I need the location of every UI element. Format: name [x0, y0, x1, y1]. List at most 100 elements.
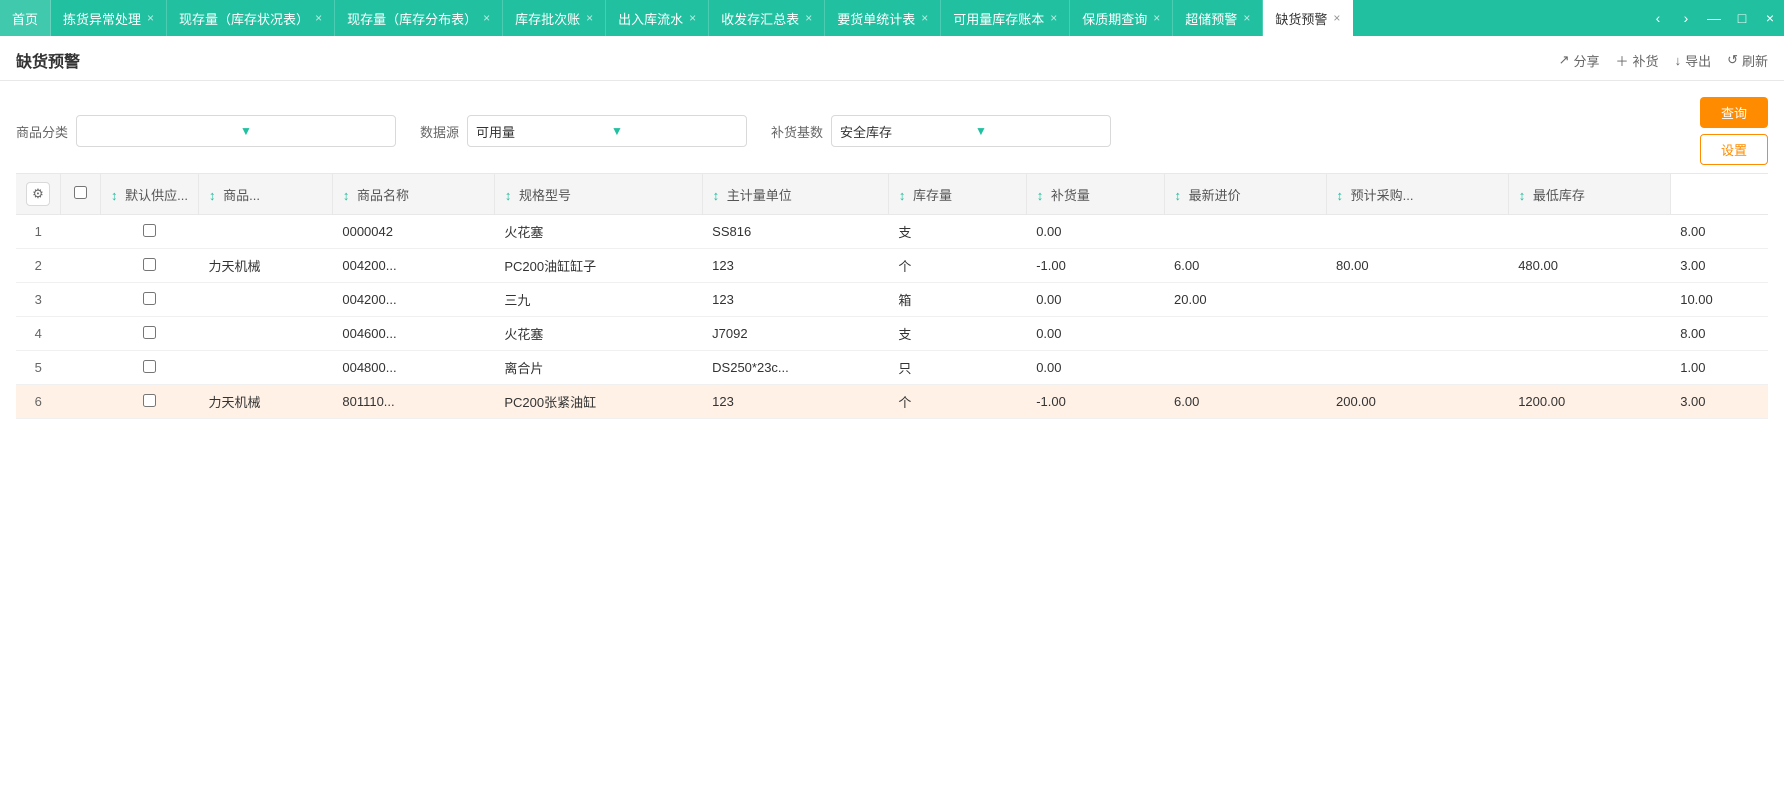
table-row: 4 004600... 火花塞 J7092 支 0.00 8.00: [16, 317, 1768, 351]
tab-available-stock[interactable]: 可用量库存账本 ×: [941, 0, 1070, 36]
row-num-5: 6: [16, 385, 61, 419]
window-close[interactable]: ×: [1756, 10, 1784, 26]
tab-close-7[interactable]: ×: [921, 11, 928, 25]
col-min-stock: ↕ 最低库存: [1508, 174, 1670, 215]
window-maximize[interactable]: □: [1728, 10, 1756, 26]
query-button[interactable]: 查询: [1700, 97, 1768, 128]
row-gear-1: [61, 249, 101, 283]
tab-scroll-right[interactable]: ›: [1672, 10, 1700, 26]
row-select-5[interactable]: [143, 394, 156, 407]
tab-expiry[interactable]: 保质期查询 ×: [1070, 0, 1173, 36]
row-select-1[interactable]: [143, 258, 156, 271]
tab-overstock[interactable]: 超储预警 ×: [1173, 0, 1263, 36]
row-supplier-3: [198, 317, 332, 351]
row-num-3: 4: [16, 317, 61, 351]
col-product-code: ↕ 商品...: [198, 174, 332, 215]
row-checkbox-4: [101, 351, 199, 385]
category-filter-group: 商品分类 ▼: [16, 115, 396, 147]
row-stock-2: 0.00: [1026, 283, 1164, 317]
col-replenish-qty: ↕ 补货量: [1026, 174, 1164, 215]
row-estimated-purchase-3: [1508, 317, 1670, 351]
refresh-button[interactable]: ↺ 刷新: [1727, 51, 1768, 70]
tab-inout-flow[interactable]: 出入库流水 ×: [606, 0, 709, 36]
sort-icon-stock: ↕: [899, 188, 906, 203]
row-product-name-0: 火花塞: [494, 215, 702, 249]
row-supplier-2: [198, 283, 332, 317]
row-stock-5: -1.00: [1026, 385, 1164, 419]
window-minimize[interactable]: —: [1700, 10, 1728, 26]
row-unit-0: 支: [888, 215, 1026, 249]
row-product-name-1: PC200油缸缸子: [494, 249, 702, 283]
row-product-code-3: 004600...: [332, 317, 494, 351]
col-stock: ↕ 库存量: [888, 174, 1026, 215]
share-button[interactable]: ↗ 分享: [1559, 51, 1600, 70]
row-replenish-qty-5: 6.00: [1164, 385, 1326, 419]
row-stock-3: 0.00: [1026, 317, 1164, 351]
row-spec-2: 123: [702, 283, 888, 317]
row-gear-5: [61, 385, 101, 419]
row-product-name-3: 火花塞: [494, 317, 702, 351]
row-gear-4: [61, 351, 101, 385]
select-all-checkbox[interactable]: [74, 186, 87, 199]
tab-batch-account[interactable]: 库存批次账 ×: [503, 0, 606, 36]
table-row: 1 0000042 火花塞 SS816 支 0.00 8.00: [16, 215, 1768, 249]
replenish-label: 补货基数: [771, 122, 823, 141]
tab-close-8[interactable]: ×: [1050, 11, 1057, 25]
replenish-select[interactable]: 安全库存 ▼: [831, 115, 1111, 147]
category-dropdown-icon: ▼: [240, 124, 387, 138]
tab-close-4[interactable]: ×: [586, 11, 593, 25]
row-estimated-purchase-4: [1508, 351, 1670, 385]
table-body: 1 0000042 火花塞 SS816 支 0.00 8.00 2 力天机械 0…: [16, 215, 1768, 419]
row-replenish-qty-2: 20.00: [1164, 283, 1326, 317]
tab-close-1[interactable]: ×: [147, 11, 154, 25]
row-replenish-qty-0: [1164, 215, 1326, 249]
tab-stock-status[interactable]: 现存量（库存状况表） ×: [167, 0, 335, 36]
data-table: ⚙ ↕ 默认供应... ↕ 商品... ↕ 商品名称: [16, 173, 1768, 419]
header-actions: ↗ 分享 ＋ 补货 ↓ 导出 ↺ 刷新: [1559, 51, 1768, 70]
tab-home[interactable]: 首页: [0, 0, 51, 36]
table-row: 2 力天机械 004200... PC200油缸缸子 123 个 -1.00 6…: [16, 249, 1768, 283]
row-latest-price-3: [1326, 317, 1508, 351]
row-select-0[interactable]: [143, 224, 156, 237]
row-num-1: 2: [16, 249, 61, 283]
tab-close-3[interactable]: ×: [483, 11, 490, 25]
datasource-select[interactable]: 可用量 ▼: [467, 115, 747, 147]
replenish-button[interactable]: ＋ 补货: [1616, 51, 1659, 70]
tab-close-10[interactable]: ×: [1243, 11, 1250, 25]
tab-close-6[interactable]: ×: [805, 11, 812, 25]
row-product-name-5: PC200张紧油缸: [494, 385, 702, 419]
tab-stock-dist[interactable]: 现存量（库存分布表） ×: [335, 0, 503, 36]
tab-scroll-left[interactable]: ‹: [1644, 10, 1672, 26]
row-select-2[interactable]: [143, 292, 156, 305]
row-replenish-qty-1: 6.00: [1164, 249, 1326, 283]
tab-close-5[interactable]: ×: [689, 11, 696, 25]
export-button[interactable]: ↓ 导出: [1675, 51, 1712, 70]
col-spec: ↕ 规格型号: [494, 174, 702, 215]
tab-close-9[interactable]: ×: [1153, 11, 1160, 25]
tab-shortage[interactable]: 缺货预警 ×: [1263, 0, 1353, 36]
filter-area: 商品分类 ▼ 数据源 可用量 ▼ 补货基数 安全库存 ▼ 查询 设置: [0, 81, 1784, 173]
row-select-3[interactable]: [143, 326, 156, 339]
row-unit-3: 支: [888, 317, 1026, 351]
tab-demand-stats[interactable]: 要货单统计表 ×: [825, 0, 941, 36]
settings-button[interactable]: 设置: [1700, 134, 1768, 165]
col-estimated-purchase: ↕ 预计采购...: [1326, 174, 1508, 215]
tab-close-2[interactable]: ×: [315, 11, 322, 25]
column-settings-gear[interactable]: ⚙: [26, 182, 50, 206]
category-select[interactable]: ▼: [76, 115, 396, 147]
row-select-4[interactable]: [143, 360, 156, 373]
table-row: 3 004200... 三九 123 箱 0.00 20.00 10.00: [16, 283, 1768, 317]
tab-close-11[interactable]: ×: [1333, 11, 1340, 25]
row-stock-0: 0.00: [1026, 215, 1164, 249]
row-product-code-0: 0000042: [332, 215, 494, 249]
sort-icon-product-code: ↕: [209, 188, 216, 203]
tab-summary[interactable]: 收发存汇总表 ×: [709, 0, 825, 36]
row-gear-2: [61, 283, 101, 317]
row-checkbox-3: [101, 317, 199, 351]
row-spec-3: J7092: [702, 317, 888, 351]
row-supplier-1: 力天机械: [198, 249, 332, 283]
row-replenish-qty-3: [1164, 317, 1326, 351]
row-min-stock-5: 3.00: [1670, 385, 1768, 419]
row-latest-price-2: [1326, 283, 1508, 317]
tab-picking-exception[interactable]: 拣货异常处理 ×: [51, 0, 167, 36]
